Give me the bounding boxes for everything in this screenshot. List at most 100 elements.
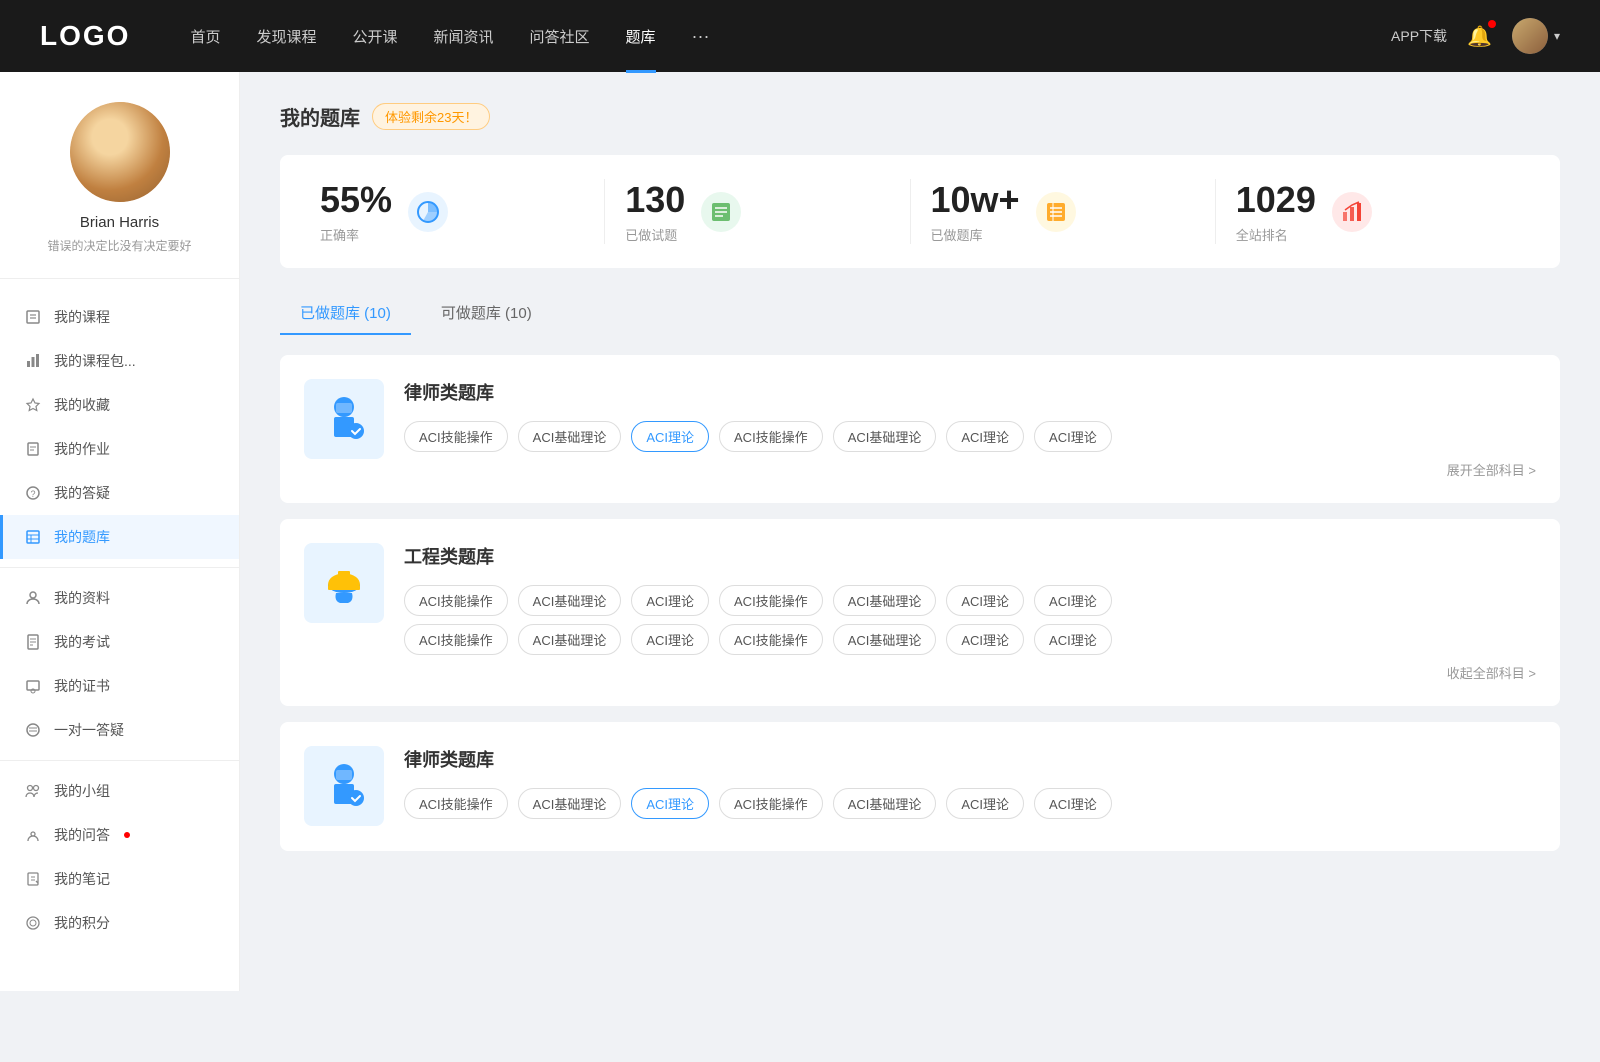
app-download-button[interactable]: APP下载 <box>1391 26 1447 46</box>
tag-item[interactable]: ACI技能操作 <box>404 585 508 616</box>
avatar-image <box>70 102 170 202</box>
tag-item[interactable]: ACI基础理论 <box>833 421 937 452</box>
qbank-title-engineer: 工程类题库 <box>404 543 1536 569</box>
profile-motto: 错误的决定比没有决定要好 <box>47 237 191 254</box>
tag-item[interactable]: ACI理论 <box>946 624 1024 655</box>
sidebar-item-exam[interactable]: 我的考试 <box>0 620 239 664</box>
accuracy-icon <box>408 192 448 232</box>
svg-text:?: ? <box>30 489 35 499</box>
tag-item[interactable]: ACI理论 <box>1034 421 1112 452</box>
sidebar-item-my-courses[interactable]: 我的课程 <box>0 295 239 339</box>
logo: LOGO <box>40 20 130 52</box>
tag-item[interactable]: ACI基础理论 <box>518 624 622 655</box>
sidebar-item-points[interactable]: 我的积分 <box>0 901 239 945</box>
tag-item[interactable]: ACI基础理论 <box>518 421 622 452</box>
qbank-icon <box>24 528 42 546</box>
tag-item[interactable]: ACI基础理论 <box>518 585 622 616</box>
favorites-icon <box>24 396 42 414</box>
tag-item[interactable]: ACI技能操作 <box>404 421 508 452</box>
sidebar-item-label: 我的证书 <box>54 676 110 696</box>
tag-item[interactable]: ACI技能操作 <box>404 788 508 819</box>
sidebar-item-qbank[interactable]: 我的题库 <box>0 515 239 559</box>
certificate-icon <box>24 677 42 695</box>
stat-banks-label: 已做题库 <box>931 225 1020 244</box>
sidebar-item-profile[interactable]: 我的资料 <box>0 576 239 620</box>
tags-row-lawyer-2: ACI技能操作 ACI基础理论 ACI理论 ACI技能操作 ACI基础理论 AC… <box>404 788 1536 819</box>
tag-item[interactable]: ACI技能操作 <box>719 585 823 616</box>
stat-questions-done: 130 已做试题 <box>605 179 910 244</box>
sidebar-item-my-qa[interactable]: 我的问答 <box>0 813 239 857</box>
questions-done-icon <box>701 192 741 232</box>
nav-qa[interactable]: 问答社区 <box>530 26 590 47</box>
nav-open-course[interactable]: 公开课 <box>352 26 397 47</box>
sidebar-item-course-packages[interactable]: 我的课程包... <box>0 339 239 383</box>
tag-item[interactable]: ACI基础理论 <box>833 624 937 655</box>
stat-accuracy: 55% 正确率 <box>320 179 605 244</box>
tag-item[interactable]: ACI理论 <box>946 421 1024 452</box>
stat-banks-number: 10w+ <box>931 179 1020 221</box>
expand-link-engineer[interactable]: 收起全部科目 > <box>404 663 1536 682</box>
tag-item[interactable]: ACI理论 <box>631 585 709 616</box>
qa-notification-dot <box>124 832 130 838</box>
sidebar-item-homework[interactable]: 我的作业 <box>0 427 239 471</box>
tags-row-engineer-2: ACI技能操作 ACI基础理论 ACI理论 ACI技能操作 ACI基础理论 AC… <box>404 624 1536 655</box>
main-nav: 首页 发现课程 公开课 新闻资讯 问答社区 题库 ··· <box>190 26 1391 47</box>
tag-item[interactable]: ACI技能操作 <box>719 624 823 655</box>
tab-done-banks[interactable]: 已做题库 (10) <box>280 292 411 335</box>
notification-bell-icon[interactable]: 🔔 <box>1467 24 1492 49</box>
tag-item[interactable]: ACI基础理论 <box>833 788 937 819</box>
nav-discover[interactable]: 发现课程 <box>256 26 316 47</box>
stat-rank-number: 1029 <box>1236 179 1316 221</box>
tag-item[interactable]: ACI技能操作 <box>719 788 823 819</box>
lawyer-icon-2 <box>318 760 370 812</box>
tag-item[interactable]: ACI理论 <box>1034 585 1112 616</box>
nav-qbank[interactable]: 题库 <box>626 26 656 47</box>
page-header: 我的题库 体验剩余23天！ <box>280 102 1560 131</box>
tag-item[interactable]: ACI技能操作 <box>404 624 508 655</box>
tag-item-active[interactable]: ACI理论 <box>631 788 709 819</box>
engineer-icon <box>318 557 370 609</box>
nav-more[interactable]: ··· <box>692 26 710 47</box>
qbank-title-lawyer-1: 律师类题库 <box>404 379 1536 405</box>
stat-questions-label: 已做试题 <box>625 225 685 244</box>
tag-item[interactable]: ACI理论 <box>1034 624 1112 655</box>
main-content: 我的题库 体验剩余23天！ 55% 正确率 <box>240 72 1600 991</box>
sidebar-item-label: 我的题库 <box>54 527 110 547</box>
tag-item-active[interactable]: ACI理论 <box>631 421 709 452</box>
chevron-down-icon: ▾ <box>1554 29 1560 43</box>
page-wrapper: Brian Harris 错误的决定比没有决定要好 我的课程 <box>0 72 1600 991</box>
sidebar-item-questions[interactable]: ? 我的答疑 <box>0 471 239 515</box>
tags-row-lawyer-1: ACI技能操作 ACI基础理论 ACI理论 ACI技能操作 ACI基础理论 AC… <box>404 421 1536 452</box>
tag-item[interactable]: ACI理论 <box>1034 788 1112 819</box>
sidebar-item-label: 我的小组 <box>54 781 110 801</box>
header-right-actions: APP下载 🔔 ▾ <box>1391 18 1560 54</box>
stat-accuracy-label: 正确率 <box>320 225 392 244</box>
nav-news[interactable]: 新闻资讯 <box>434 26 494 47</box>
sidebar-item-label: 我的作业 <box>54 439 110 459</box>
qbank-icon-lawyer-1 <box>304 379 384 459</box>
sidebar-item-label: 我的问答 <box>54 825 110 845</box>
tag-item[interactable]: ACI技能操作 <box>719 421 823 452</box>
sidebar-item-notes[interactable]: 我的笔记 <box>0 857 239 901</box>
sidebar-item-certificate[interactable]: 我的证书 <box>0 664 239 708</box>
sidebar-item-one-on-one[interactable]: 一对一答疑 <box>0 708 239 752</box>
questions-icon: ? <box>24 484 42 502</box>
notes-icon <box>24 870 42 888</box>
sidebar-divider-2 <box>0 760 239 761</box>
tag-item[interactable]: ACI基础理论 <box>518 788 622 819</box>
sidebar-item-group[interactable]: 我的小组 <box>0 769 239 813</box>
tag-item[interactable]: ACI理论 <box>631 624 709 655</box>
user-avatar-menu[interactable]: ▾ <box>1512 18 1560 54</box>
tag-item[interactable]: ACI基础理论 <box>833 585 937 616</box>
nav-home[interactable]: 首页 <box>190 26 220 47</box>
expand-link-lawyer-1[interactable]: 展开全部科目 > <box>404 460 1536 479</box>
stat-accuracy-content: 55% 正确率 <box>320 179 392 244</box>
stat-questions-number: 130 <box>625 179 685 221</box>
notification-badge <box>1488 20 1496 28</box>
tag-item[interactable]: ACI理论 <box>946 788 1024 819</box>
tab-available-banks[interactable]: 可做题库 (10) <box>421 292 552 335</box>
sidebar-item-label: 我的积分 <box>54 913 110 933</box>
sidebar-item-favorites[interactable]: 我的收藏 <box>0 383 239 427</box>
qbank-card-lawyer-1: 律师类题库 ACI技能操作 ACI基础理论 ACI理论 ACI技能操作 ACI基… <box>280 355 1560 503</box>
tag-item[interactable]: ACI理论 <box>946 585 1024 616</box>
